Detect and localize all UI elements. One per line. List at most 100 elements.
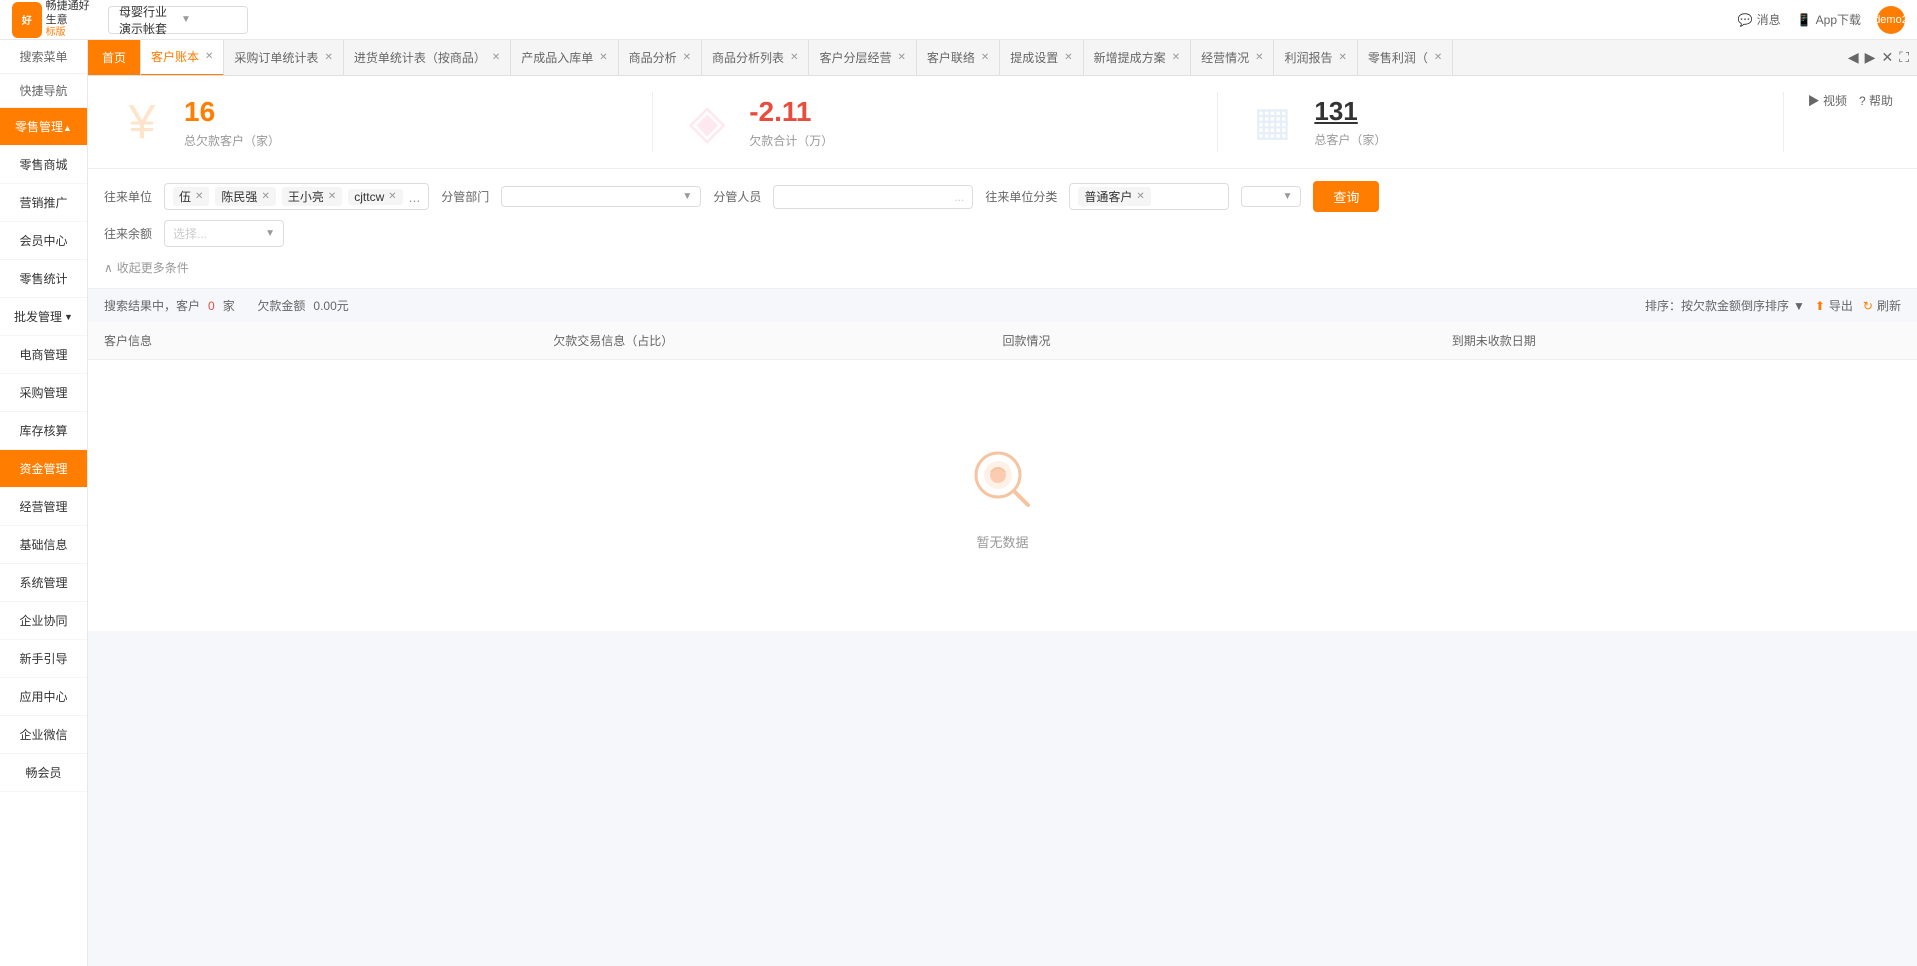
export-button[interactable]: ⬆ 导出	[1815, 297, 1853, 314]
close-tab-customer-segment[interactable]: ✕	[897, 52, 905, 63]
filter-unit-label: 往来单位	[104, 188, 152, 205]
filter-unit-tags[interactable]: 伍 ✕ 陈民强 ✕ 王小亮 ✕ cjttcw ✕	[164, 183, 429, 210]
sidebar-item-operations[interactable]: 经营管理	[0, 488, 87, 526]
sidebar-item-wholesale-mgmt[interactable]: 批发管理▼	[0, 298, 87, 336]
filter-tag-cjttcw[interactable]: cjttcw ✕	[348, 189, 402, 205]
close-tab-customer-contact[interactable]: ✕	[981, 52, 989, 63]
sidebar-item-retail-stats[interactable]: 零售统计	[0, 260, 87, 298]
tab-raise-settings[interactable]: 提成设置 ✕	[1000, 40, 1083, 76]
query-button[interactable]: 查询	[1313, 181, 1379, 212]
results-debt-value: 0.00元	[313, 297, 348, 314]
results-text: 搜索结果中，客户	[104, 297, 200, 314]
filter-balance-select[interactable]: 选择... ▼	[164, 220, 284, 247]
sidebar-item-marketing[interactable]: 营销推广	[0, 184, 87, 222]
filter-person-label: 分管人员	[713, 188, 761, 205]
tab-product-storage[interactable]: 产成品入库单 ✕	[511, 40, 618, 76]
sidebar-item-beginner-guide[interactable]: 新手引导	[0, 640, 87, 678]
tab-fullscreen[interactable]: ⛶	[1899, 49, 1909, 66]
tab-profit-report[interactable]: 利润报告 ✕	[1274, 40, 1357, 76]
tab-close-all[interactable]: ✕	[1881, 49, 1893, 66]
avatar: demo2	[1877, 6, 1905, 34]
filter-dept-select[interactable]: ▼	[501, 186, 701, 207]
person-ellipsis: ...	[954, 190, 964, 204]
refresh-button[interactable]: ↻ 刷新	[1863, 297, 1901, 314]
filter-tag-chen[interactable]: 陈民强 ✕	[215, 187, 275, 206]
tab-purchase-order-stats[interactable]: 采购订单统计表 ✕	[224, 40, 343, 76]
remove-tag-wu[interactable]: ✕	[195, 191, 203, 202]
company-selector[interactable]: 母婴行业演示帐套 ▼	[108, 6, 248, 34]
tab-product-analysis-list[interactable]: 商品分析列表 ✕	[702, 40, 809, 76]
filter-tag-wang[interactable]: 王小亮 ✕	[282, 187, 342, 206]
page-content: ¥ 16 总欠款客户（家） ◈ -2.11 欠款合计（万） ▦	[88, 76, 1917, 966]
collapse-button[interactable]: ∧ 收起更多条件	[104, 259, 1901, 276]
remove-tag-normal[interactable]: ✕	[1136, 191, 1144, 202]
tab-new-raise-plan[interactable]: 新增提成方案 ✕	[1084, 40, 1191, 76]
sort-button[interactable]: 排序：按欠款金额倒序排序 ▼	[1645, 297, 1805, 314]
video-btn[interactable]: ▶ 视频	[1808, 92, 1847, 109]
user-profile[interactable]: demo2	[1877, 6, 1905, 34]
tab-scroll-left[interactable]: ◀	[1848, 49, 1859, 66]
sidebar-item-capital[interactable]: 资金管理	[0, 450, 87, 488]
sidebar-item-member[interactable]: 畅会员	[0, 754, 87, 792]
sidebar-item-basic-info[interactable]: 基础信息	[0, 526, 87, 564]
filter-person-select[interactable]: ...	[773, 185, 973, 209]
sidebar-item-ecommerce[interactable]: 电商管理	[0, 336, 87, 374]
close-tab-retail-profit[interactable]: ✕	[1434, 52, 1442, 63]
filter-unit-class-tags[interactable]: 普通客户 ✕	[1069, 183, 1229, 210]
stat-all-customers: ▦ 131 总客户（家）	[1242, 92, 1783, 152]
close-tab-raise-settings[interactable]: ✕	[1064, 52, 1072, 63]
close-tab-product-storage[interactable]: ✕	[599, 52, 607, 63]
tab-customer-segment[interactable]: 客户分层经营 ✕	[809, 40, 916, 76]
close-tab-purchase-by-product[interactable]: ✕	[492, 52, 500, 63]
close-tab-new-raise-plan[interactable]: ✕	[1172, 52, 1180, 63]
sidebar-item-member-center[interactable]: 会员中心	[0, 222, 87, 260]
empty-text: 暂无数据	[976, 532, 1028, 551]
chevron-icon: ▲	[63, 123, 72, 133]
tab-customer-contact[interactable]: 客户联络 ✕	[917, 40, 1000, 76]
filter-unit-class-label: 往来单位分类	[985, 188, 1057, 205]
data-table: 客户信息 欠款交易信息（占比） 回款情况 到期未收款日期	[88, 322, 1917, 631]
tab-retail-profit[interactable]: 零售利润（ ✕	[1358, 40, 1453, 76]
more-tags-indicator[interactable]: ...	[409, 189, 421, 205]
logo-text: 畅捷通好生意 标版	[46, 0, 100, 38]
tab-product-analysis[interactable]: 商品分析 ✕	[619, 40, 702, 76]
close-tab-operations[interactable]: ✕	[1255, 52, 1263, 63]
remove-tag-cjttcw[interactable]: ✕	[388, 191, 396, 202]
sidebar-search[interactable]: 搜索菜单	[0, 40, 87, 74]
collapse-row: ∧ 收起更多条件	[104, 255, 1901, 276]
sidebar-item-purchase[interactable]: 采购管理	[0, 374, 87, 412]
tab-customer-account[interactable]: 客户账本 ✕	[141, 40, 224, 76]
empty-state: 暂无数据	[88, 360, 1917, 631]
tab-purchase-by-product[interactable]: 进货单统计表（按商品） ✕	[344, 40, 511, 76]
app-download-button[interactable]: 📱 App下载	[1797, 11, 1861, 28]
tab-controls: ◀ ▶ ✕ ⛶	[1840, 49, 1917, 66]
tab-scroll-right[interactable]: ▶	[1865, 49, 1876, 66]
filter-row-1: 往来单位 伍 ✕ 陈民强 ✕ 王小亮 ✕	[104, 181, 1901, 212]
sidebar-item-app-center[interactable]: 应用中心	[0, 678, 87, 716]
remove-tag-wang[interactable]: ✕	[328, 191, 336, 202]
results-debt-label: 欠款金额	[257, 297, 305, 314]
help-btn[interactable]: ? 帮助	[1859, 92, 1893, 109]
close-tab-product-analysis-list[interactable]: ✕	[790, 52, 798, 63]
sidebar-item-inventory[interactable]: 库存核算	[0, 412, 87, 450]
sidebar-quick-nav[interactable]: 快捷导航	[0, 74, 87, 108]
results-bar: 搜索结果中，客户 0 家 欠款金额 0.00元 排序：按欠款金额倒序排序 ▼ ⬆…	[88, 289, 1917, 322]
filter-tag-normal-customer[interactable]: 普通客户 ✕	[1078, 187, 1150, 206]
close-tab-profit-report[interactable]: ✕	[1339, 52, 1347, 63]
close-tab-customer-account[interactable]: ✕	[205, 51, 213, 62]
filter-unit-class-dropdown[interactable]: ▼	[1241, 186, 1301, 207]
sidebar-item-enterprise-wechat[interactable]: 企业微信	[0, 716, 87, 754]
close-tab-product-analysis[interactable]: ✕	[683, 52, 691, 63]
col-header-date: 到期未收款日期	[1452, 332, 1901, 349]
tab-operations[interactable]: 经营情况 ✕	[1191, 40, 1274, 76]
sidebar-item-system[interactable]: 系统管理	[0, 564, 87, 602]
tab-home[interactable]: 首页	[88, 40, 141, 76]
sidebar-item-enterprise-collab[interactable]: 企业协同	[0, 602, 87, 640]
message-button[interactable]: 💬 消息	[1738, 11, 1781, 28]
sidebar-item-retail-mgmt[interactable]: 零售管理▲	[0, 108, 87, 146]
stats-bar: ¥ 16 总欠款客户（家） ◈ -2.11 欠款合计（万） ▦	[88, 76, 1917, 169]
remove-tag-chen[interactable]: ✕	[261, 191, 269, 202]
close-tab-purchase-order[interactable]: ✕	[324, 52, 332, 63]
sidebar-item-retail-mall[interactable]: 零售商城	[0, 146, 87, 184]
filter-tag-wu[interactable]: 伍 ✕	[173, 187, 209, 206]
